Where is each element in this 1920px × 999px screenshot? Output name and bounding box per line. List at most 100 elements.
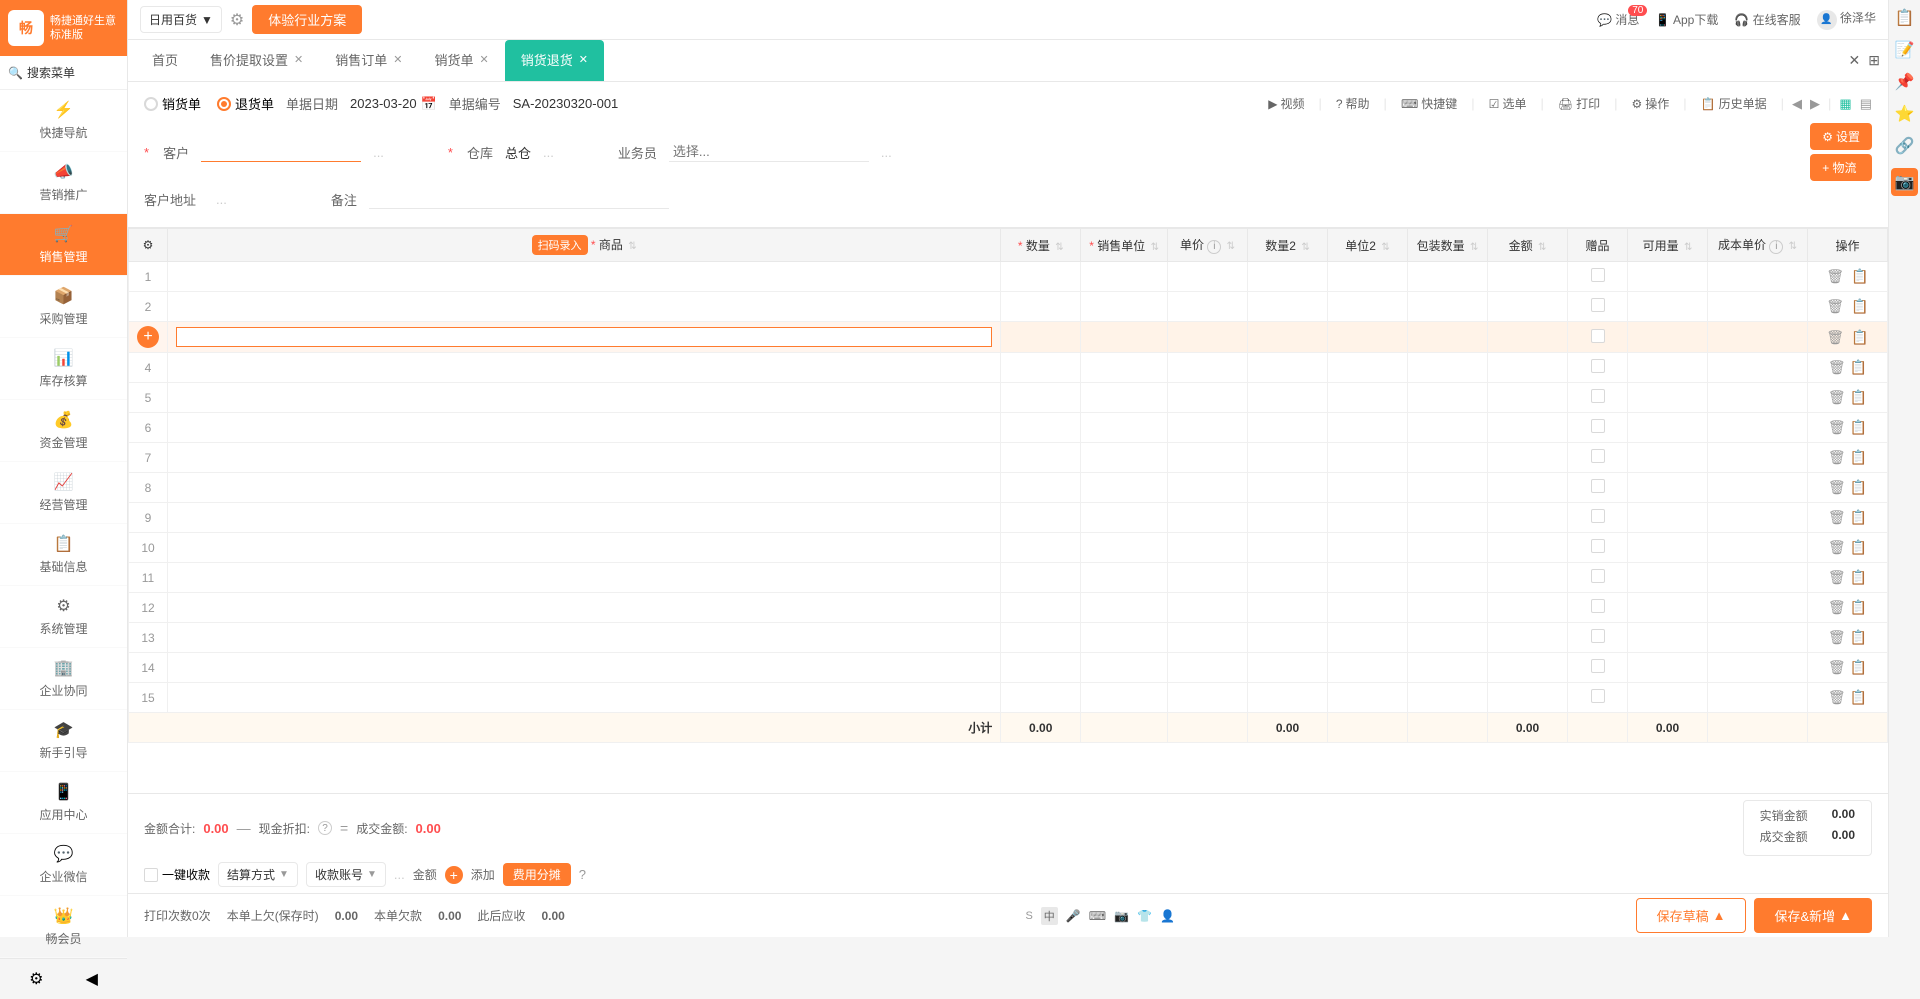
pack-cell[interactable] [1408, 262, 1488, 292]
prev-record-btn[interactable]: ◀ [1792, 96, 1802, 112]
shortcut-btn[interactable]: ⌨ 快捷键 [1395, 92, 1463, 115]
right-panel-icon-6[interactable]: 📷 [1891, 168, 1919, 196]
unit2-cell[interactable] [1328, 292, 1408, 322]
price-cell[interactable] [1168, 292, 1248, 322]
unit-cell[interactable] [1081, 292, 1168, 322]
help-btn[interactable]: ? 帮助 [1330, 92, 1376, 115]
sidebar-item-finance[interactable]: 💰 资金管理 [0, 400, 127, 462]
unit-cell[interactable] [1081, 262, 1168, 292]
tab-sales-delivery[interactable]: 销货单 ✕ [418, 40, 504, 81]
camera-icon[interactable]: 📷 [1114, 909, 1129, 923]
delete-row-btn[interactable]: 🗑 [1824, 296, 1846, 317]
sidebar-item-purchase[interactable]: 📦 采购管理 [0, 276, 127, 338]
address-ellipsis[interactable]: ... [216, 192, 227, 207]
cash-discount-info-icon[interactable]: ? [318, 821, 332, 835]
available-cell[interactable] [1628, 262, 1708, 292]
one-click-payment-check[interactable]: 一键收款 [144, 866, 210, 883]
gift-cell[interactable] [1568, 262, 1628, 292]
logistics-btn[interactable]: + 物流 [1810, 154, 1872, 181]
sidebar-item-inventory[interactable]: 📊 库存核算 [0, 338, 127, 400]
amount-cell[interactable] [1488, 262, 1568, 292]
available-cell-active[interactable] [1628, 322, 1708, 353]
radio-return[interactable]: 退货单 [217, 94, 274, 113]
amount-cell-active[interactable] [1488, 322, 1568, 353]
settings-btn[interactable]: ⚙ 设置 [1810, 123, 1872, 150]
qty-cell[interactable] [1001, 292, 1081, 322]
settings-icon[interactable]: ⚙ [29, 969, 43, 989]
sidebar-item-weixin[interactable]: 💬 企业微信 [0, 834, 127, 896]
remark-input[interactable] [369, 189, 669, 209]
sidebar-item-member[interactable]: 👑 畅会员 [0, 896, 127, 958]
tab-sales-return-close[interactable]: ✕ [579, 53, 588, 66]
sidebar-item-newbie[interactable]: 🎓 新手引导 [0, 710, 127, 772]
price-sort-icon[interactable]: ⇅ [1227, 241, 1235, 252]
delete-row-btn[interactable]: 🗑 [1826, 477, 1848, 498]
pack-sort-icon[interactable]: ⇅ [1470, 242, 1478, 253]
unit-sort-icon[interactable]: ⇅ [1151, 242, 1159, 253]
cost-info-icon[interactable]: i [1769, 240, 1783, 254]
qty2-cell[interactable] [1248, 292, 1328, 322]
amount-sort-icon[interactable]: ⇅ [1538, 242, 1546, 253]
sidebar-item-basic-info[interactable]: 📋 基础信息 [0, 524, 127, 586]
history-btn[interactable]: 📋 历史单据 [1695, 92, 1773, 115]
cost-cell[interactable] [1708, 262, 1808, 292]
user2-icon[interactable]: 👤 [1160, 909, 1175, 923]
price-info-icon[interactable]: i [1207, 240, 1221, 254]
warehouse-ellipsis[interactable]: ... [543, 145, 554, 160]
collapse-icon[interactable]: ◀ [86, 969, 98, 989]
save-new-dropdown-icon[interactable]: ▲ [1839, 908, 1852, 923]
right-panel-icon-4[interactable]: ⭐ [1895, 104, 1915, 124]
delete-row-btn[interactable]: 🗑 [1824, 266, 1846, 287]
add-payment-btn[interactable]: + [445, 866, 463, 884]
fee-split-btn[interactable]: 费用分摊 [503, 863, 571, 886]
qty-sort-icon[interactable]: ⇅ [1055, 242, 1063, 253]
sidebar-item-app-center[interactable]: 📱 应用中心 [0, 772, 127, 834]
delete-row-btn[interactable]: 🗑 [1826, 387, 1848, 408]
copy-row-btn[interactable]: 📋 [1848, 477, 1869, 498]
copy-row-btn[interactable]: 📋 [1848, 687, 1869, 708]
delete-row-btn[interactable]: 🗑 [1824, 327, 1846, 348]
tab-sales-order[interactable]: 销售订单 ✕ [319, 40, 418, 81]
customer-ellipsis[interactable]: ... [373, 145, 384, 160]
delete-row-btn[interactable]: 🗑 [1826, 537, 1848, 558]
fee-info-icon[interactable]: ? [579, 867, 586, 882]
gift-cell[interactable] [1568, 292, 1628, 322]
message-badge[interactable]: 💬 70 消息 [1597, 11, 1639, 28]
app-download-btn[interactable]: 📱 App下载 [1655, 11, 1718, 28]
table-view2-btn[interactable]: ▤ [1860, 96, 1872, 112]
online-service-btn[interactable]: 🎧 在线客服 [1734, 11, 1800, 28]
sidebar-item-enterprise[interactable]: 🏢 企业协同 [0, 648, 127, 710]
product-cell[interactable] [168, 262, 1001, 292]
sidebar-item-sales[interactable]: 🛒 销售管理 [0, 214, 127, 276]
product-input-active[interactable] [176, 327, 992, 347]
copy-row-btn[interactable]: 📋 [1848, 657, 1869, 678]
unit-cell-active[interactable] [1081, 322, 1168, 353]
copy-row-btn[interactable]: 📋 [1848, 387, 1869, 408]
account-dropdown[interactable]: 收款账号 ▼ [306, 862, 386, 887]
copy-row-btn[interactable]: 📋 [1848, 597, 1869, 618]
tab-sales-order-close[interactable]: ✕ [393, 53, 402, 66]
unit2-cell-active[interactable] [1328, 322, 1408, 353]
delete-row-btn[interactable]: 🗑 [1826, 657, 1848, 678]
qty2-sort-icon[interactable]: ⇅ [1301, 242, 1309, 253]
operation-btn[interactable]: ⚙ 操作 [1625, 92, 1675, 115]
shirt-icon[interactable]: 👕 [1137, 909, 1152, 923]
settlement-dropdown[interactable]: 结算方式 ▼ [218, 862, 298, 887]
delete-row-btn[interactable]: 🗑 [1826, 447, 1848, 468]
available-sort-icon[interactable]: ⇅ [1684, 242, 1692, 253]
price-cell-active[interactable] [1168, 322, 1248, 353]
delete-row-btn[interactable]: 🗑 [1826, 507, 1848, 528]
table-view1-btn[interactable]: ▦ [1839, 96, 1851, 112]
select-btn[interactable]: ☑ 选单 [1483, 92, 1533, 115]
sales-person-ellipsis[interactable]: ... [881, 145, 892, 160]
mic-icon[interactable]: 🎤 [1066, 909, 1081, 923]
unit2-sort-icon[interactable]: ⇅ [1381, 242, 1389, 253]
gift-checkbox[interactable] [1591, 329, 1605, 343]
settings-gear-icon[interactable]: ⚙ [230, 10, 244, 30]
available-cell[interactable] [1628, 292, 1708, 322]
cost-sort-icon[interactable]: ⇅ [1789, 241, 1797, 252]
cost-cell-active[interactable] [1708, 322, 1808, 353]
product-sort-icon[interactable]: ⇅ [628, 241, 636, 252]
qty-cell-active[interactable] [1001, 322, 1081, 353]
copy-row-btn[interactable]: 📋 [1848, 627, 1869, 648]
